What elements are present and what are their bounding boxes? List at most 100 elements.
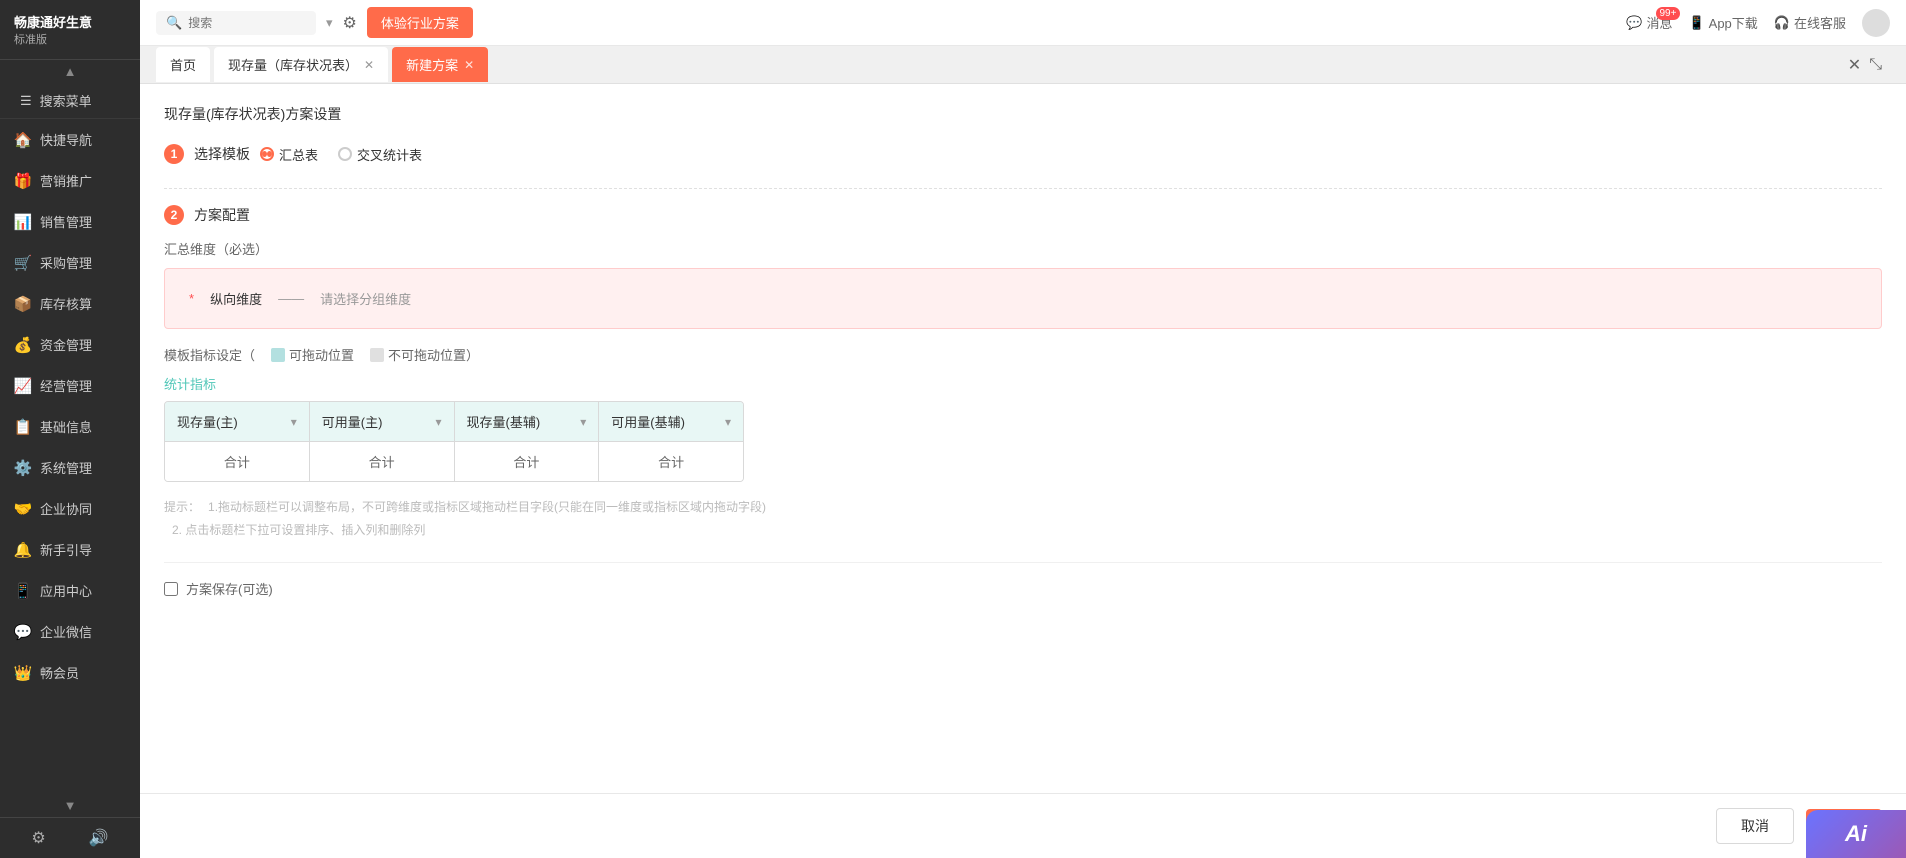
sidebar-item-label: 企业微信 <box>40 622 92 641</box>
step2-number: 2 <box>164 205 184 225</box>
online-service-button[interactable]: 🎧 在线客服 <box>1774 13 1846 32</box>
required-mark: * <box>189 291 194 306</box>
topbar: 🔍 ▾ ⚙ 体验行业方案 💬 消息 99+ 📱 App下载 🎧 在线客服 <box>140 0 1906 46</box>
sidebar-item-label: 快捷导航 <box>40 130 92 149</box>
money-icon: 💰 <box>14 336 32 354</box>
search-input[interactable] <box>188 16 306 30</box>
ai-float-button[interactable]: Ai <box>1806 810 1906 858</box>
sidebar-item-sales[interactable]: 📊 销售管理 <box>0 201 140 242</box>
ai-label: Ai <box>1845 821 1867 847</box>
tab-new-plan[interactable]: 新建方案 ✕ <box>392 47 488 82</box>
col-header-2[interactable]: 现存量(基辅) ▾ <box>455 402 600 441</box>
crown-icon: 👑 <box>14 664 32 682</box>
stats-table: 现存量(主) ▾ 可用量(主) ▾ 现存量(基辅) ▾ <box>164 401 744 482</box>
tab-home[interactable]: 首页 <box>156 47 210 82</box>
close-window-icon[interactable]: ✕ <box>1848 55 1861 75</box>
settings-icon[interactable]: ⚙ <box>31 828 45 848</box>
sidebar-scroll-down[interactable]: ▼ <box>0 794 140 817</box>
radio-summary[interactable]: 汇总表 <box>260 145 318 164</box>
col-arrow-3[interactable]: ▾ <box>725 415 731 429</box>
step2-title: 方案配置 <box>194 205 250 225</box>
app-version: 标准版 <box>14 31 126 47</box>
sidebar-item-label: 经营管理 <box>40 376 92 395</box>
sidebar-item-member[interactable]: 👑 畅会员 <box>0 652 140 693</box>
col-header-1[interactable]: 可用量(主) ▾ <box>310 402 455 441</box>
sidebar-item-guide[interactable]: 🔔 新手引导 <box>0 529 140 570</box>
sidebar-scroll-up[interactable]: ▲ <box>0 60 140 83</box>
template-radio-group: 汇总表 交叉统计表 <box>260 145 422 164</box>
sidebar-item-label: 基础信息 <box>40 417 92 436</box>
radio-summary-label: 汇总表 <box>279 145 318 164</box>
app-name: 畅康通好生意 <box>14 12 126 31</box>
tab-inventory-status[interactable]: 现存量（库存状况表） ✕ <box>214 47 388 82</box>
gear-icon: ⚙️ <box>14 459 32 477</box>
sidebar-item-wechat[interactable]: 💬 企业微信 <box>0 611 140 652</box>
app-download-label: App下载 <box>1709 13 1758 32</box>
draggable-label: 可拖动位置 <box>289 345 354 364</box>
topbar-settings-icon[interactable]: ⚙ <box>343 13 357 33</box>
draggable-badge: 可拖动位置 <box>271 345 354 364</box>
tip-2: 2. 点击标题栏下拉可设置排序、插入列和删除列 <box>164 521 1882 538</box>
tab-inventory-close-icon[interactable]: ✕ <box>364 58 374 72</box>
cancel-button[interactable]: 取消 <box>1716 808 1794 844</box>
sidebar-item-finance[interactable]: 💰 资金管理 <box>0 324 140 365</box>
step2-section: 2 方案配置 汇总维度（必选） * 纵向维度 —— 请选择分组维度 <box>164 205 1882 538</box>
clipboard-icon: 📋 <box>14 418 32 436</box>
col-arrow-2[interactable]: ▾ <box>580 415 586 429</box>
sidebar-nav: 🏠 快捷导航 🎁 营销推广 📊 销售管理 🛒 采购管理 📦 库存核算 💰 资金管… <box>0 119 140 794</box>
indicators-label-text: 模板指标设定（ <box>164 345 255 364</box>
col-label-0: 现存量(主) <box>177 412 238 431</box>
sidebar-item-system[interactable]: ⚙️ 系统管理 <box>0 447 140 488</box>
sidebar-item-marketing[interactable]: 🎁 营销推广 <box>0 160 140 201</box>
sidebar-item-label: 营销推广 <box>40 171 92 190</box>
col-arrow-0[interactable]: ▾ <box>291 415 297 429</box>
tip-text-1: 1.拖动标题栏可以调整布局，不可跨维度或指标区域拖动栏目字段(只能在同一维度或指… <box>208 498 766 515</box>
dimension-placeholder[interactable]: 请选择分组维度 <box>320 289 411 308</box>
service-label: 在线客服 <box>1794 13 1846 32</box>
sidebar-item-basic[interactable]: 📋 基础信息 <box>0 406 140 447</box>
handshake-icon: 🤝 <box>14 500 32 518</box>
user-avatar[interactable] <box>1862 9 1890 37</box>
content-inner: 现存量(库存状况表)方案设置 1 选择模板 汇总表 <box>140 84 1906 793</box>
app-download-button[interactable]: 📱 App下载 <box>1688 13 1757 32</box>
sidebar-item-purchase[interactable]: 🛒 采购管理 <box>0 242 140 283</box>
action-bar: 取消 查询 <box>140 793 1906 858</box>
radio-cross[interactable]: 交叉统计表 <box>338 145 422 164</box>
tab-new-plan-close-icon[interactable]: ✕ <box>464 58 474 72</box>
stats-title: 统计指标 <box>164 374 1882 393</box>
col-header-3[interactable]: 可用量(基辅) ▾ <box>599 402 743 441</box>
col-label-3: 可用量(基辅) <box>611 412 685 431</box>
topbar-search-box[interactable]: 🔍 <box>156 11 316 35</box>
volume-icon[interactable]: 🔊 <box>89 828 109 848</box>
cell-0: 合计 <box>165 442 310 481</box>
page-title: 现存量(库存状况表)方案设置 <box>164 104 1882 124</box>
tip-prefix-1: 提示： <box>164 498 200 515</box>
draggable-badge-box <box>271 348 285 362</box>
tip-text-2: 2. 点击标题栏下拉可设置排序、插入列和删除列 <box>172 521 425 538</box>
save-option-label: 方案保存(可选) <box>186 579 273 598</box>
radio-cross-label: 交叉统计表 <box>357 145 422 164</box>
maximize-window-icon[interactable]: ⤡ <box>1869 56 1882 74</box>
sidebar-item-label: 畅会员 <box>40 663 79 682</box>
main-area: 🔍 ▾ ⚙ 体验行业方案 💬 消息 99+ 📱 App下载 🎧 在线客服 <box>140 0 1906 858</box>
col-header-0[interactable]: 现存量(主) ▾ <box>165 402 310 441</box>
sidebar-search[interactable]: ☰ 搜索菜单 <box>0 83 140 119</box>
sidebar-item-label: 系统管理 <box>40 458 92 477</box>
trial-button[interactable]: 体验行业方案 <box>367 7 473 38</box>
cell-1: 合计 <box>310 442 455 481</box>
col-arrow-1[interactable]: ▾ <box>435 415 441 429</box>
sidebar-item-operation[interactable]: 📈 经营管理 <box>0 365 140 406</box>
sidebar-item-enterprise[interactable]: 🤝 企业协同 <box>0 488 140 529</box>
sidebar-item-quick-nav[interactable]: 🏠 快捷导航 <box>0 119 140 160</box>
save-checkbox[interactable] <box>164 582 178 596</box>
step1-title: 选择模板 <box>194 144 250 164</box>
sidebar-item-label: 采购管理 <box>40 253 92 272</box>
topbar-dropdown-icon[interactable]: ▾ <box>326 15 333 31</box>
message-button[interactable]: 💬 消息 99+ <box>1626 13 1672 32</box>
tip-1: 提示： 1.拖动标题栏可以调整布局，不可跨维度或指标区域拖动栏目字段(只能在同一… <box>164 498 1882 515</box>
gift-icon: 🎁 <box>14 172 32 190</box>
sidebar-item-inventory[interactable]: 📦 库存核算 <box>0 283 140 324</box>
sidebar-item-appstore[interactable]: 📱 应用中心 <box>0 570 140 611</box>
step1-header: 1 选择模板 汇总表 交叉统计表 <box>164 144 1882 164</box>
sidebar-item-label: 资金管理 <box>40 335 92 354</box>
